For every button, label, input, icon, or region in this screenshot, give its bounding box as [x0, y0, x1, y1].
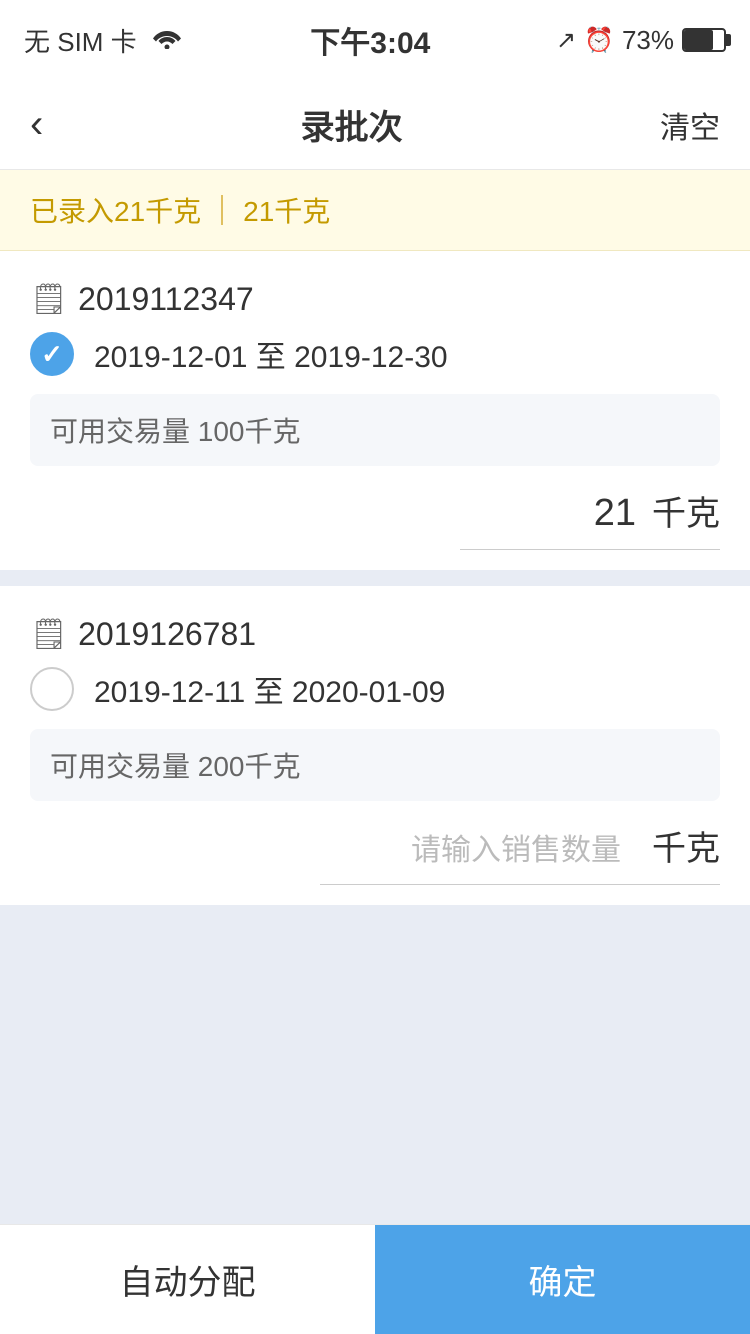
battery-text: 73% — [622, 25, 674, 56]
carrier-text: 无 SIM 卡 — [24, 22, 137, 59]
batch-1-unit: 千克 — [652, 486, 720, 535]
content-area: 🗒 2019112347 ✓ 2019-12-01 至 2019-12-30 可… — [0, 251, 750, 1305]
doc-icon-2: 🗒 — [30, 617, 68, 652]
battery-icon — [682, 28, 726, 52]
status-bar: 无 SIM 卡 下午3:04 ↗ ⏰ 73% — [0, 0, 750, 80]
summary-recorded-label: 已录入21千克 — [30, 190, 201, 230]
batch-1-id: 2019112347 — [78, 281, 254, 318]
back-button[interactable]: ‹ — [30, 102, 43, 147]
batch-2-header: 🗒 2019126781 — [30, 616, 720, 653]
batch-1-qty-text: 可用交易量 100千克 — [50, 416, 301, 447]
batch-2-qty: 可用交易量 200千克 — [30, 729, 720, 801]
confirm-button[interactable]: 确定 — [375, 1225, 750, 1334]
batch-2-radio[interactable] — [30, 667, 74, 711]
card-divider — [0, 570, 750, 586]
batch-1-date: 2019-12-01 至 2019-12-30 — [94, 332, 448, 376]
status-time: 下午3:04 — [310, 18, 430, 62]
batch-1-qty: 可用交易量 100千克 — [30, 394, 720, 466]
batch-2-input-unit: 千克 — [652, 821, 720, 870]
page-title: 录批次 — [301, 100, 403, 149]
batch-1-amount: 21 — [594, 492, 636, 535]
clear-button[interactable]: 清空 — [660, 103, 720, 147]
doc-icon-1: 🗒 — [30, 282, 68, 317]
summary-divider — [221, 195, 223, 225]
wifi-icon — [149, 25, 185, 56]
batch-1-header: 🗒 2019112347 — [30, 281, 720, 318]
summary-value: 21千克 — [243, 190, 330, 230]
batch-2-id: 2019126781 — [78, 616, 256, 653]
checkmark-icon: ✓ — [41, 339, 63, 370]
batch-2-date: 2019-12-11 至 2020-01-09 — [94, 667, 445, 711]
batch-item-2: 🗒 2019126781 2019-12-11 至 2020-01-09 可用交… — [0, 586, 750, 801]
batch-2-qty-text: 可用交易量 200千克 — [50, 751, 301, 782]
summary-bar: 已录入21千克 21千克 — [0, 170, 750, 251]
alarm-icon: ⏰ — [584, 26, 614, 55]
status-left: 无 SIM 卡 — [24, 22, 185, 59]
bottom-bar: 自动分配 确定 — [0, 1224, 750, 1334]
qty-input-2[interactable] — [356, 834, 636, 868]
batch-card-1: 🗒 2019112347 ✓ 2019-12-01 至 2019-12-30 可… — [0, 251, 750, 570]
status-right: ↗ ⏰ 73% — [556, 25, 726, 56]
batch-card-2: 🗒 2019126781 2019-12-11 至 2020-01-09 可用交… — [0, 586, 750, 905]
location-icon: ↗ — [556, 26, 576, 55]
batch-item-1: 🗒 2019112347 ✓ 2019-12-01 至 2019-12-30 可… — [0, 251, 750, 466]
nav-bar: ‹ 录批次 清空 — [0, 80, 750, 170]
batch-2-date-row[interactable]: 2019-12-11 至 2020-01-09 — [30, 667, 720, 711]
batch-1-radio[interactable]: ✓ — [30, 332, 74, 376]
auto-distribute-button[interactable]: 自动分配 — [0, 1225, 375, 1334]
batch-1-date-row[interactable]: ✓ 2019-12-01 至 2019-12-30 — [30, 332, 720, 376]
